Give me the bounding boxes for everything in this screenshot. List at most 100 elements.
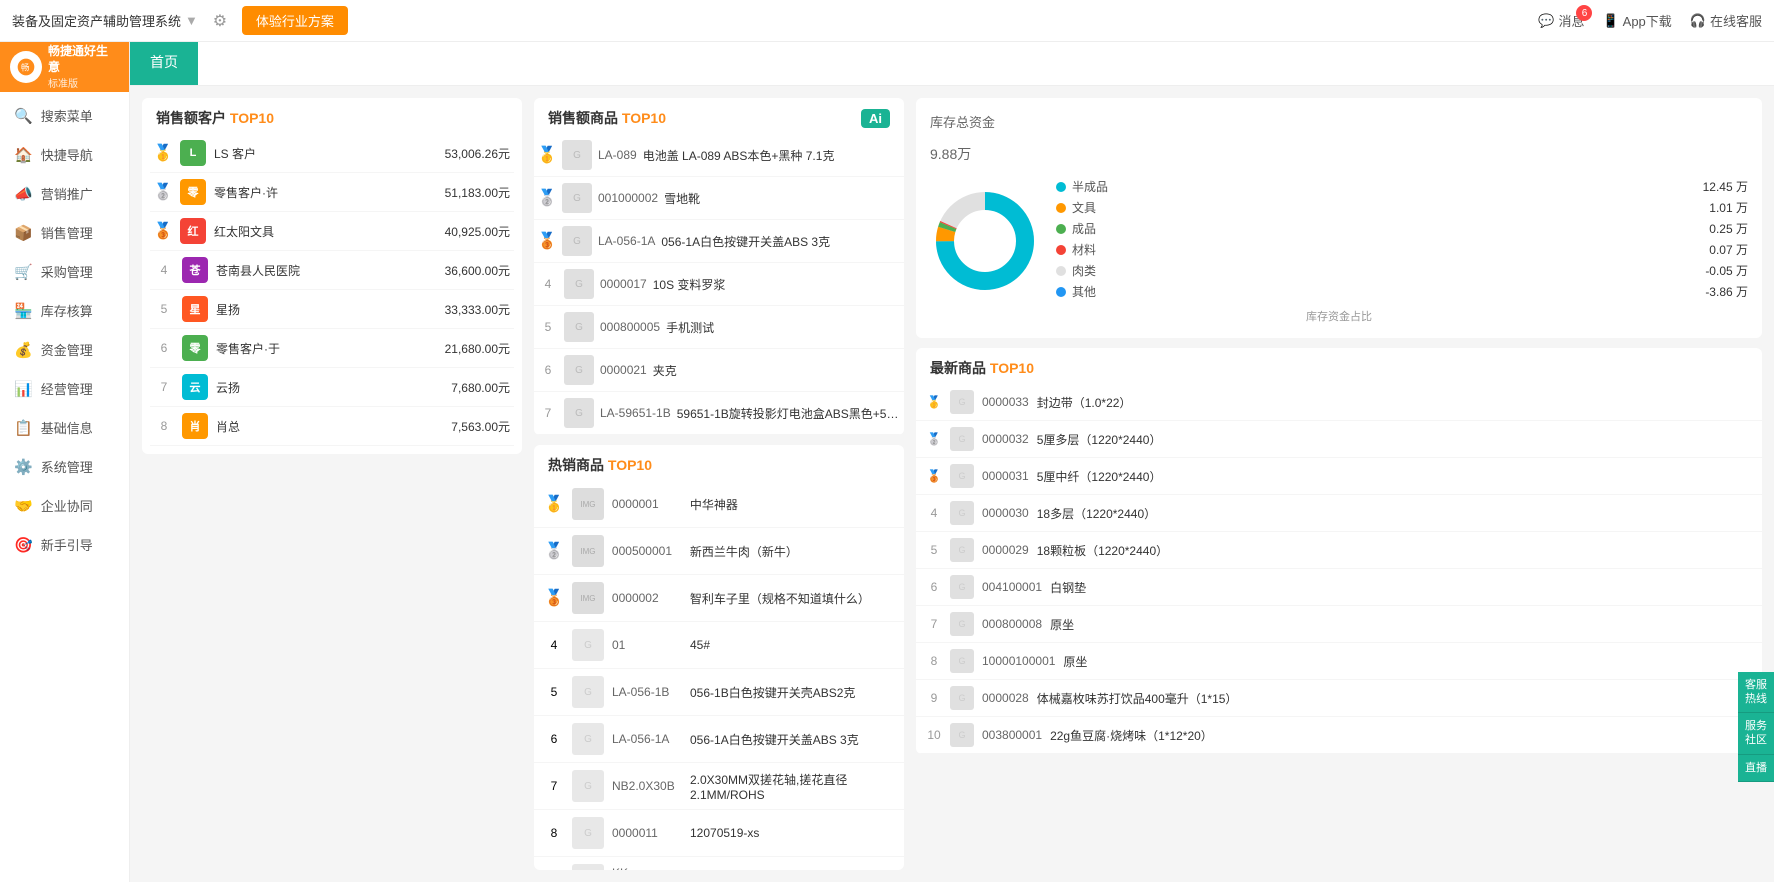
product-name: 056-1A白色按键开关盖ABS 3克 bbox=[661, 233, 900, 250]
product-thumbnail: G bbox=[564, 312, 594, 342]
sidebar-item-cooperation[interactable]: 🤝 企业协同 bbox=[0, 486, 129, 525]
legend-value: 12.45 万 bbox=[1703, 178, 1748, 195]
message-button[interactable]: 💬 消息 6 bbox=[1538, 11, 1584, 30]
product-code: LA-056-1B bbox=[612, 685, 682, 699]
list-item: 🥇 G 0000033 封边带（1.0*22） bbox=[916, 384, 1762, 421]
float-button-service[interactable]: 客服 热线 bbox=[1738, 672, 1774, 714]
product-code: 0000011 bbox=[612, 826, 682, 840]
product-thumbnail: G bbox=[950, 464, 974, 488]
product-thumbnail: IMG bbox=[572, 535, 604, 567]
sidebar-label-system: 系统管理 bbox=[41, 457, 93, 476]
product-code: 001000002 bbox=[598, 191, 658, 205]
online-service-button[interactable]: 🎧 在线客服 bbox=[1690, 11, 1762, 30]
sidebar-label-sales: 销售管理 bbox=[41, 223, 93, 242]
table-row: 5 星 星扬 33,333.00元 bbox=[150, 290, 514, 329]
hot-products-card: 热销商品 TOP10 🥇 IMG 0000001 中华神器 🥈 IMG 0005… bbox=[534, 445, 904, 870]
sidebar-item-guide[interactable]: 🎯新手引导 bbox=[0, 525, 129, 564]
rank-number: 7 bbox=[544, 779, 564, 793]
medal-icon: 🥉 bbox=[154, 222, 172, 240]
sidebar-item-marketing[interactable]: 📣营销推广 bbox=[0, 174, 129, 213]
sidebar-item-basic-info[interactable]: 📋基础信息 bbox=[0, 408, 129, 447]
product-thumbnail: G bbox=[564, 269, 594, 299]
product-thumbnail: G bbox=[950, 390, 974, 414]
list-item: 6 G 0000021 夹克 bbox=[534, 349, 904, 392]
product-name: 5厘多层（1220*2440） bbox=[1037, 431, 1752, 448]
rank-avatar: 零 bbox=[182, 335, 208, 361]
donut-chart bbox=[930, 186, 1040, 296]
list-item: 6 G 004100001 白钢垫 bbox=[916, 569, 1762, 606]
product-thumbnail: G bbox=[950, 538, 974, 562]
rank-number: 9 bbox=[926, 691, 942, 705]
product-thumbnail: G bbox=[950, 686, 974, 710]
ai-badge[interactable]: Ai bbox=[861, 109, 890, 128]
main-layout: 畅 畅捷通好生意 标准版 🔍搜索菜单🏠快捷导航📣营销推广 📦 销售管理 🛒采购管理🏪库… bbox=[0, 42, 1774, 882]
sidebar-label-cooperation: 企业协同 bbox=[41, 496, 93, 515]
product-code: 000800008 bbox=[982, 617, 1042, 631]
trial-button[interactable]: 体验行业方案 bbox=[242, 6, 348, 35]
tab-home[interactable]: 首页 bbox=[130, 42, 198, 85]
sidebar-item-operations[interactable]: 📊经营管理 bbox=[0, 369, 129, 408]
sidebar-item-search[interactable]: 🔍搜索菜单 bbox=[0, 96, 129, 135]
app-download-button[interactable]: 📱 App下载 bbox=[1602, 11, 1671, 30]
legend-label: 半成品 bbox=[1072, 178, 1108, 195]
list-item: 7 G LA-59651-1B 59651-1B旋转投影灯电池盒ABS黑色+58… bbox=[534, 392, 904, 435]
float-button-community[interactable]: 服务 社区 bbox=[1738, 713, 1774, 755]
rank-number: 6 bbox=[544, 732, 564, 746]
rank-number: 6 bbox=[538, 363, 558, 377]
list-item: 8 G 0000011 12070519-xs bbox=[534, 810, 904, 857]
float-button-direct[interactable]: 直播 bbox=[1738, 755, 1774, 782]
rank-avatar: L bbox=[180, 140, 206, 166]
product-code: 0000030 bbox=[982, 506, 1029, 520]
product-name: 2.0X30MM双搓花轴,搓花直径2.1MM/ROHS bbox=[690, 771, 894, 802]
sidebar-icon-quick-nav: 🏠 bbox=[14, 146, 33, 164]
brand-text-area: 畅捷通好生意 标准版 bbox=[48, 44, 119, 90]
latest-products-header: 最新商品 TOP10 bbox=[916, 348, 1762, 384]
product-name: 45# bbox=[690, 638, 894, 652]
rank-value: 40,925.00元 bbox=[445, 223, 510, 240]
sidebar-label-purchase: 采购管理 bbox=[41, 262, 93, 281]
sidebar-item-finance[interactable]: 💰资金管理 bbox=[0, 330, 129, 369]
medal-icon: 🥇 bbox=[544, 494, 564, 514]
product-name: 智利车子里（规格不知道填什么） bbox=[690, 590, 894, 607]
rank-avatar: 云 bbox=[182, 374, 208, 400]
list-item: 7 G NB2.0X30B 2.0X30MM双搓花轴,搓花直径2.1MM/ROH… bbox=[534, 763, 904, 810]
list-item: 6 G LA-056-1A 056-1A白色按键开关盖ABS 3克 bbox=[534, 716, 904, 763]
message-badge: 6 bbox=[1576, 5, 1592, 21]
gear-button[interactable]: ⚙ bbox=[206, 7, 234, 35]
product-name: 59651-1B旋转投影灯电池盒ABS黑色+58克 bbox=[677, 405, 900, 422]
table-row: 8 肖 肖总 7,563.00元 bbox=[150, 407, 514, 446]
legend-value: -3.86 万 bbox=[1705, 283, 1748, 300]
service-label: 在线客服 bbox=[1710, 11, 1762, 30]
sidebar-icon-sales: 📦 bbox=[14, 224, 33, 242]
rank-number: 7 bbox=[538, 406, 558, 420]
sidebar-item-sales[interactable]: 📦 销售管理 bbox=[0, 213, 129, 252]
sidebar-icon-cooperation: 🤝 bbox=[14, 497, 33, 515]
legend-dot bbox=[1056, 203, 1066, 213]
product-sales-ranking-card: 销售额商品 TOP10 Ai 🥇 G LA-089 电池盖 LA-089 ABS… bbox=[534, 98, 904, 435]
product-thumbnail: G bbox=[950, 575, 974, 599]
product-thumbnail: G bbox=[950, 649, 974, 673]
legend-label-wrap: 材料 bbox=[1056, 241, 1709, 258]
sidebar-icon-inventory: 🏪 bbox=[14, 302, 33, 320]
rank-number: 4 bbox=[538, 277, 558, 291]
legend-value: 0.07 万 bbox=[1709, 241, 1748, 258]
product-name: 体械嘉枚味苏打饮品400毫升（1*15） bbox=[1037, 690, 1752, 707]
svg-text:畅: 畅 bbox=[21, 62, 29, 72]
app-icon: 📱 bbox=[1602, 13, 1618, 29]
top-bar: 装备及固定资产辅助管理系统 ▼ ⚙ 体验行业方案 💬 消息 6 📱 App下载 … bbox=[0, 0, 1774, 42]
product-name: 夹克 bbox=[653, 362, 900, 379]
sidebar-item-quick-nav[interactable]: 🏠快捷导航 bbox=[0, 135, 129, 174]
sidebar-item-system[interactable]: ⚙️系统管理 bbox=[0, 447, 129, 486]
rank-number: 8 bbox=[926, 654, 942, 668]
product-code: LA-056-1A bbox=[598, 234, 655, 248]
medal-icon: 🥉 bbox=[538, 232, 556, 250]
system-selector[interactable]: 装备及固定资产辅助管理系统 ▼ bbox=[12, 11, 198, 30]
product-code: LA-59651-1B bbox=[600, 406, 671, 420]
rank-value: 51,183.00元 bbox=[445, 184, 510, 201]
product-code: 01 bbox=[612, 638, 682, 652]
list-item: 5 G LA-056-1B 056-1B白色按键开关壳ABS2克 bbox=[534, 669, 904, 716]
sidebar-item-purchase[interactable]: 🛒采购管理 bbox=[0, 252, 129, 291]
product-thumbnail: G bbox=[564, 398, 594, 428]
content-area: 首页 销售额客户 TOP10 🥇 L LS 客户 53,006.26元 🥈 零 … bbox=[130, 42, 1774, 882]
sidebar-item-inventory[interactable]: 🏪库存核算 bbox=[0, 291, 129, 330]
